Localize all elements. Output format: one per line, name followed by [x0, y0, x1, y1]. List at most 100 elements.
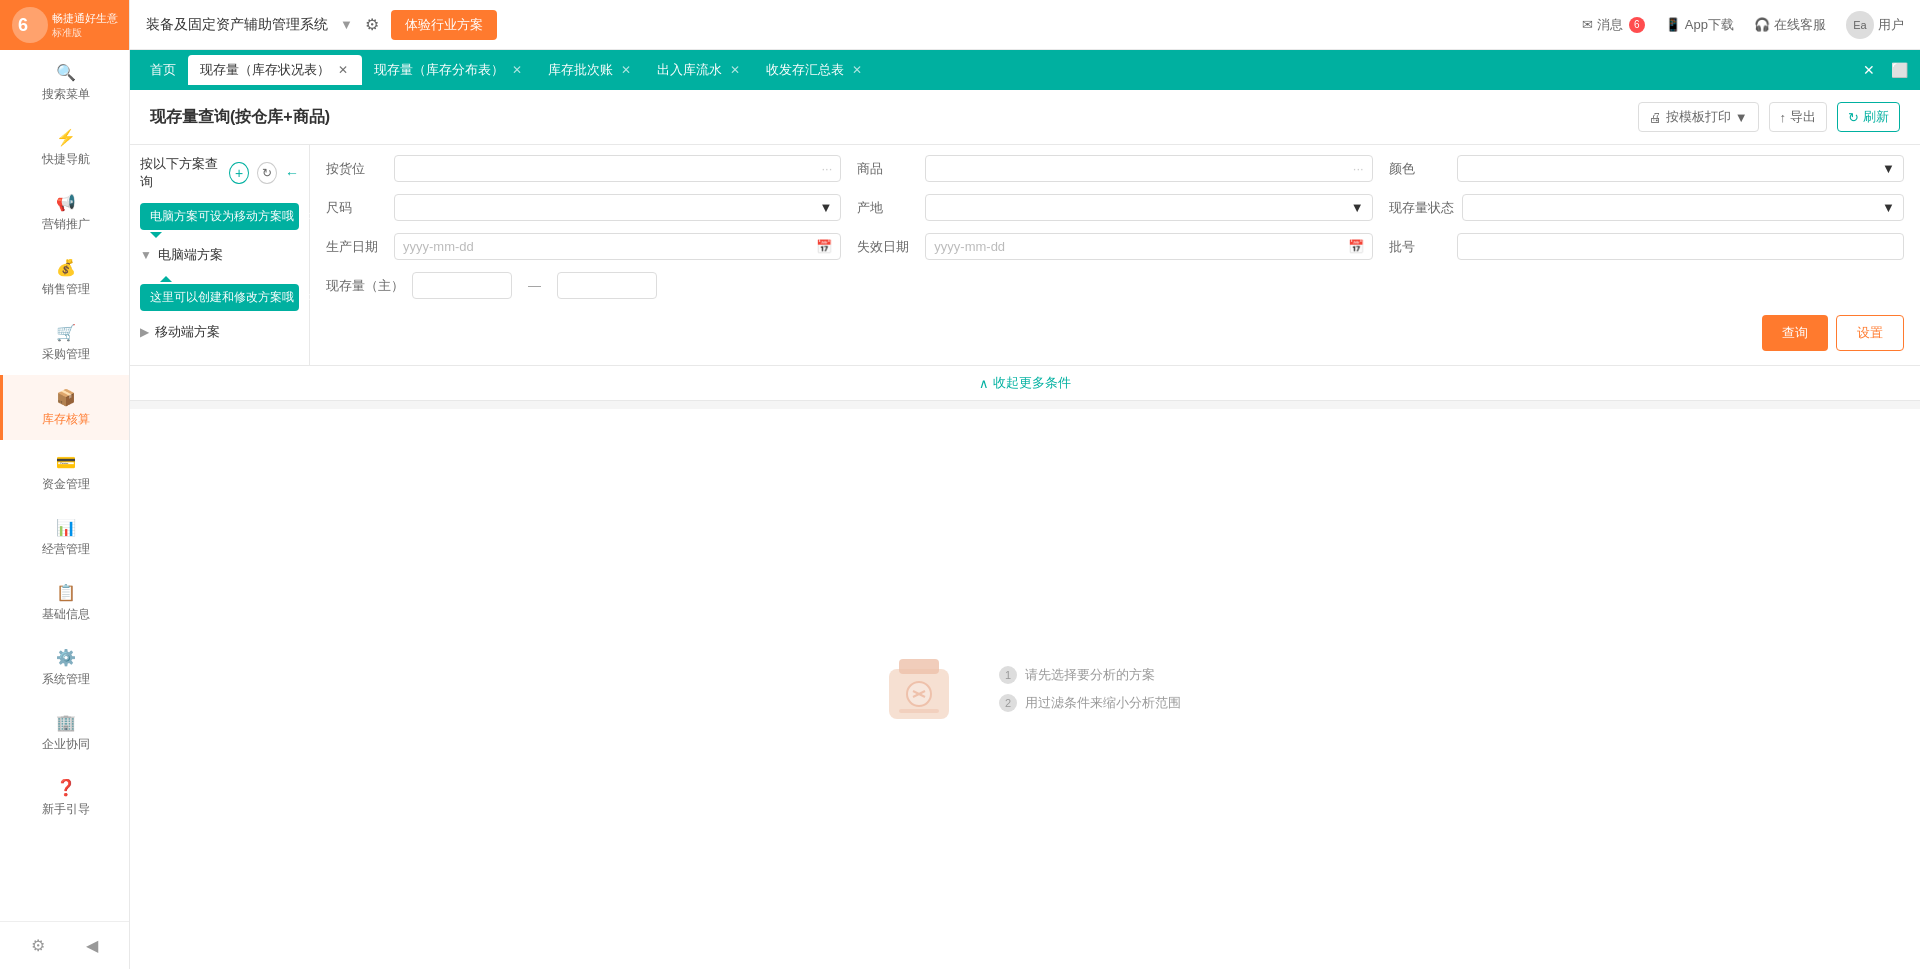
business-nav-icon: 📊 [56, 517, 76, 537]
sidebar-item-guide[interactable]: ❓ 新手引导 [0, 765, 129, 830]
collapse-button[interactable]: ∧ 收起更多条件 [979, 374, 1071, 392]
size-select[interactable]: ▼ [394, 194, 841, 221]
sidebar-item-company[interactable]: 🏢 企业协同 [0, 700, 129, 765]
sidebar: 6 畅捷通好生意 标准版 🔍 搜索菜单 ⚡ 快捷导航 📢 营销推广 💰 销售管理… [0, 0, 130, 969]
sidebar-item-purchase[interactable]: 🛒 采购管理 [0, 310, 129, 375]
stock-main-from-input[interactable] [412, 272, 512, 299]
tab-close-inventory-status[interactable]: ✕ [336, 63, 350, 77]
sidebar-bottom: ⚙ ◀ [0, 921, 129, 969]
produce-date-placeholder: yyyy-mm-dd [403, 239, 474, 254]
stock-status-select[interactable]: ▼ [1462, 194, 1904, 221]
user-action[interactable]: Ea 用户 [1846, 11, 1904, 39]
tab-in-out-flow[interactable]: 出入库流水 ✕ [645, 55, 754, 85]
tab-inventory-status[interactable]: 现存量（库存状况表） ✕ [188, 55, 362, 85]
message-action[interactable]: ✉ 消息 6 [1582, 16, 1645, 34]
tab-batch-ledger[interactable]: 库存批次账 ✕ [536, 55, 645, 85]
warehouse-select[interactable]: ··· [394, 155, 841, 182]
app-download-action[interactable]: 📱 App下载 [1665, 16, 1734, 34]
expire-date-calendar-icon[interactable]: 📅 [1348, 239, 1364, 254]
sidebar-item-system[interactable]: ⚙️ 系统管理 [0, 635, 129, 700]
goods-select[interactable]: ··· [925, 155, 1372, 182]
refresh-button[interactable]: ↻ 刷新 [1837, 102, 1900, 132]
sidebar-item-basic[interactable]: 📋 基础信息 [0, 570, 129, 635]
stock-main-label: 现存量（主） [326, 277, 404, 295]
refresh-icon: ↻ [1848, 110, 1859, 125]
tab-recv-summary[interactable]: 收发存汇总表 ✕ [754, 55, 876, 85]
tab-close-all-icon[interactable]: ✕ [1859, 58, 1879, 82]
tab-inventory-dist[interactable]: 现存量（库存分布表） ✕ [362, 55, 536, 85]
sidebar-item-sales[interactable]: 💰 销售管理 [0, 245, 129, 310]
tab-close-recv-summary[interactable]: ✕ [850, 63, 864, 77]
filter-label: 按以下方案查询 [140, 155, 221, 191]
sidebar-item-business[interactable]: 📊 经营管理 [0, 505, 129, 570]
scheme-item-pc[interactable]: ▼ 电脑端方案 [140, 242, 299, 268]
batch-input[interactable] [1457, 233, 1904, 260]
search-nav-icon: 🔍 [56, 62, 76, 82]
page-title: 现存量查询(按仓库+商品) [150, 107, 330, 128]
scheme-item-mobile[interactable]: ▶ 移动端方案 [140, 319, 299, 345]
print-icon: 🖨 [1649, 110, 1662, 125]
filter-field-size: 尺码 ▼ [326, 194, 841, 221]
system-dropdown-icon[interactable]: ▼ [340, 17, 353, 32]
logo-icon: 6 [12, 7, 48, 43]
scheme-group-mobile: ▶ 移动端方案 [140, 319, 299, 345]
tab-close-batch-ledger[interactable]: ✕ [619, 63, 633, 77]
trial-button[interactable]: 体验行业方案 [391, 10, 497, 40]
template-print-button[interactable]: 🖨 按模板打印 ▼ [1638, 102, 1759, 132]
expire-date-input[interactable]: yyyy-mm-dd 📅 [925, 233, 1372, 260]
settings-icon[interactable]: ⚙ [365, 15, 379, 34]
basic-nav-icon: 📋 [56, 582, 76, 602]
scheme-group-pc: ▼ 电脑端方案 [140, 242, 299, 268]
collapse-up-icon: ∧ [979, 376, 989, 391]
refresh-scheme-button[interactable]: ↻ [257, 162, 277, 184]
produce-date-calendar-icon[interactable]: 📅 [816, 239, 832, 254]
filter-field-stock-status: 现存量状态 ▼ [1389, 194, 1904, 221]
batch-label: 批号 [1389, 238, 1449, 256]
sidebar-item-quick[interactable]: ⚡ 快捷导航 [0, 115, 129, 180]
produce-date-input[interactable]: yyyy-mm-dd 📅 [394, 233, 841, 260]
export-button[interactable]: ↑ 导出 [1769, 102, 1828, 132]
company-nav-icon: 🏢 [56, 712, 76, 732]
tab-close-inventory-dist[interactable]: ✕ [510, 63, 524, 77]
tab-maximize-icon[interactable]: ⬜ [1887, 58, 1912, 82]
svg-rect-3 [899, 659, 939, 674]
empty-state: 1 请先选择要分析的方案 2 用过滤条件来缩小分析范围 [130, 409, 1920, 969]
filter-row-3: 生产日期 yyyy-mm-dd 📅 失效日期 yyyy-mm-dd 📅 [326, 233, 1904, 260]
system-name: 装备及固定资产辅助管理系统 [146, 16, 328, 34]
tooltip2-close-icon[interactable]: ✕ [302, 291, 311, 304]
settings-bottom-icon[interactable]: ⚙ [27, 932, 49, 959]
goods-dots-icon: ··· [1353, 161, 1364, 176]
logo-text: 畅捷通好生意 标准版 [52, 11, 118, 38]
sidebar-item-finance[interactable]: 💳 资金管理 [0, 440, 129, 505]
empty-tip-2: 2 用过滤条件来缩小分析范围 [999, 694, 1181, 712]
support-action[interactable]: 🎧 在线客服 [1754, 16, 1826, 34]
origin-select[interactable]: ▼ [925, 194, 1372, 221]
add-scheme-button[interactable]: + [229, 162, 249, 184]
stock-main-to-input[interactable] [557, 272, 657, 299]
tooltip-popup-2: 这里可以创建和修改方案哦 ✕ [140, 284, 299, 311]
sidebar-item-marketing[interactable]: 📢 营销推广 [0, 180, 129, 245]
sidebar-item-search[interactable]: 🔍 搜索菜单 [0, 50, 129, 115]
tab-close-in-out-flow[interactable]: ✕ [728, 63, 742, 77]
message-badge: 6 [1629, 17, 1645, 33]
filter-row-2: 尺码 ▼ 产地 ▼ [326, 194, 1904, 221]
search-button[interactable]: 查询 [1762, 315, 1828, 351]
tooltip-popup-1: 电脑方案可设为移动方案哦 ✕ [140, 203, 299, 230]
tip-num-1: 1 [999, 666, 1017, 684]
goods-label: 商品 [857, 160, 917, 178]
page-content: 现存量查询(按仓库+商品) 🖨 按模板打印 ▼ ↑ 导出 ↻ 刷新 [130, 90, 1920, 969]
arrow-left-icon[interactable]: ← [285, 165, 299, 181]
reset-button[interactable]: 设置 [1836, 315, 1904, 351]
headset-icon: 🎧 [1754, 17, 1770, 32]
collapse-sidebar-icon[interactable]: ◀ [82, 932, 102, 959]
tip-num-2: 2 [999, 694, 1017, 712]
header-left: 装备及固定资产辅助管理系统 ▼ ⚙ 体验行业方案 [146, 10, 497, 40]
color-select[interactable]: ▼ [1457, 155, 1904, 182]
sidebar-item-inventory[interactable]: 📦 库存核算 [0, 375, 129, 440]
tooltip1-close-icon[interactable]: ✕ [302, 210, 311, 223]
svg-rect-7 [899, 709, 939, 713]
tab-home[interactable]: 首页 [138, 55, 188, 85]
avatar: Ea [1846, 11, 1874, 39]
inventory-nav-icon: 📦 [56, 387, 76, 407]
tooltip2-arrow [160, 276, 172, 282]
